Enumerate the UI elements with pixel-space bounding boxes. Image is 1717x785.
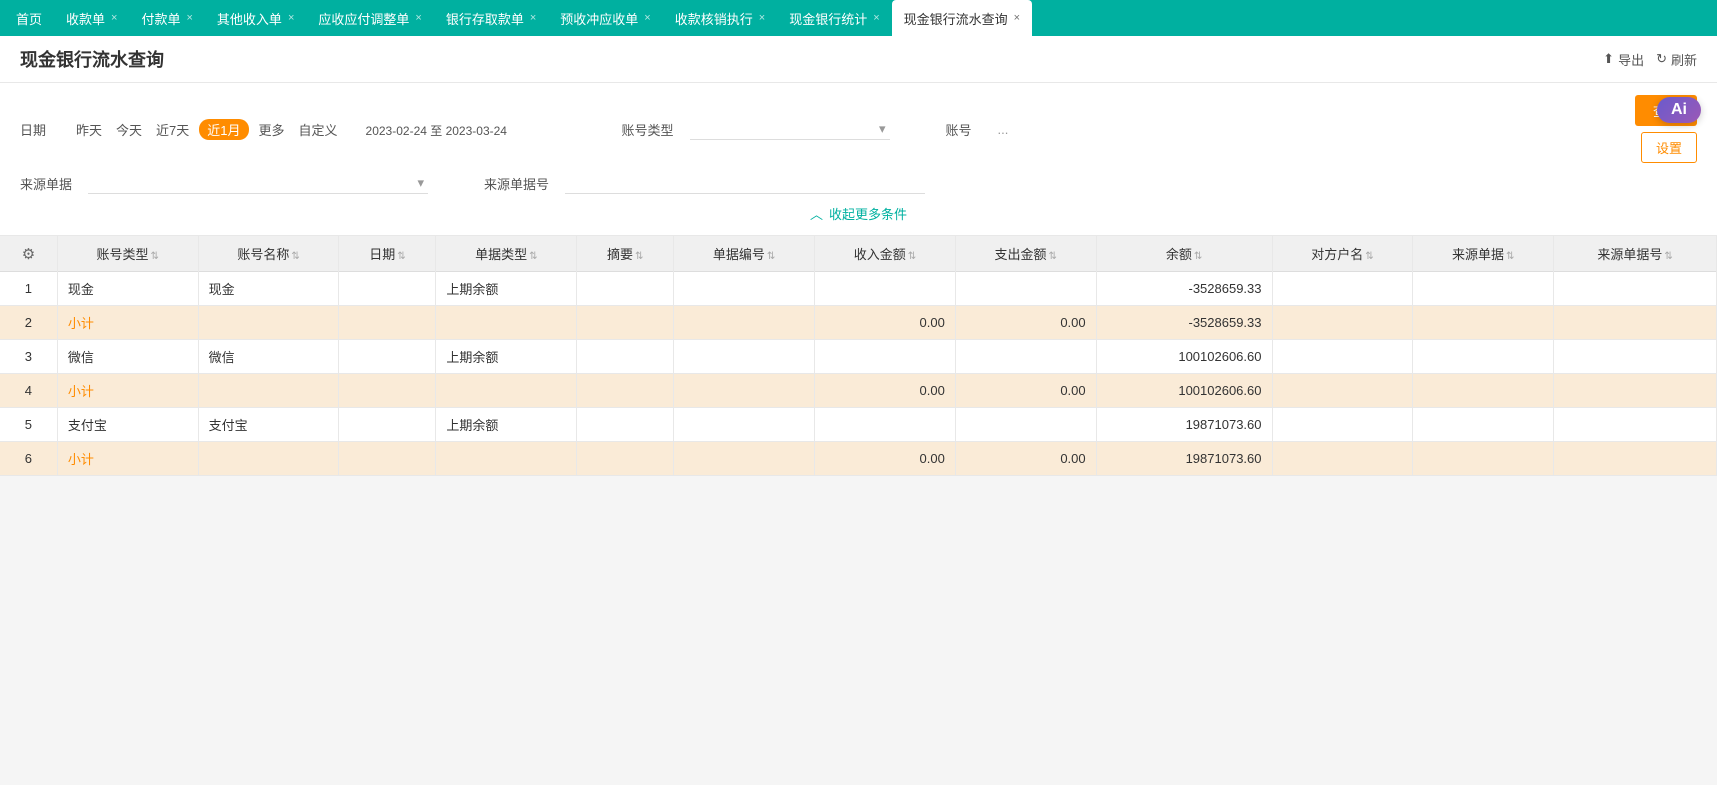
tab-qitashouruda[interactable]: 其他收入单 × — [205, 0, 306, 36]
sort-icon: ⇅ — [529, 251, 537, 262]
tab-xianjinyinhang-stat[interactable]: 现金银行统计 × — [777, 0, 891, 36]
tab-fukuandan[interactable]: 付款单 × — [129, 0, 204, 36]
sort-icon: ⇅ — [1365, 251, 1373, 262]
table-container: ⚙ 账号类型⇅ 账号名称⇅ 日期⇅ 单据类型⇅ 摘要⇅ 单据编号⇅ 收入金额⇅ … — [0, 236, 1717, 476]
tab-yingshouyingfu[interactable]: 应收应付调整单 × — [306, 0, 433, 36]
col-counterpart[interactable]: 对方户名⇅ — [1272, 236, 1413, 272]
export-icon: ⬆ — [1603, 51, 1614, 67]
filter-row-date: 日期 昨天 今天 近7天 近1月 更多 自定义 2023-02-24 至 202… — [20, 95, 1697, 163]
source-doc-no-label: 来源单据号 — [484, 174, 549, 193]
sort-icon: ⇅ — [1506, 251, 1514, 262]
page-title: 现金银行流水查询 — [20, 46, 164, 72]
close-icon[interactable]: × — [186, 12, 192, 24]
data-table: ⚙ 账号类型⇅ 账号名称⇅ 日期⇅ 单据类型⇅ 摘要⇅ 单据编号⇅ 收入金额⇅ … — [0, 236, 1717, 476]
close-icon[interactable]: × — [644, 12, 650, 24]
sort-icon: ⇅ — [291, 251, 299, 262]
nav-home[interactable]: 首页 — [4, 0, 54, 36]
close-icon[interactable]: × — [873, 12, 879, 24]
date-7days[interactable]: 近7天 — [152, 119, 193, 140]
table-row[interactable]: 4小计0.000.00100102606.60 — [0, 374, 1717, 408]
sort-icon: ⇅ — [767, 251, 775, 262]
date-shortcuts: 昨天 今天 近7天 近1月 更多 自定义 — [72, 119, 342, 140]
sort-icon: ⇅ — [1194, 251, 1202, 262]
tab-yinhangcunqu[interactable]: 银行存取款单 × — [434, 0, 548, 36]
col-account-type[interactable]: 账号类型⇅ — [57, 236, 198, 272]
table-row[interactable]: 2小计0.000.00-3528659.33 — [0, 306, 1717, 340]
sort-icon: ⇅ — [635, 251, 643, 262]
col-source-doc[interactable]: 来源单据⇅ — [1413, 236, 1554, 272]
collapse-bar[interactable]: ︿ 收起更多条件 — [20, 204, 1697, 223]
col-income[interactable]: 收入金额⇅ — [814, 236, 955, 272]
col-balance[interactable]: 余额⇅ — [1096, 236, 1272, 272]
table-row[interactable]: 3微信微信上期余额100102606.60 — [0, 340, 1717, 374]
source-doc-label: 来源单据 — [20, 174, 72, 193]
account-type-label: 账号类型 — [622, 120, 674, 139]
settings-icon[interactable]: ⚙ — [22, 246, 35, 263]
date-label: 日期 — [20, 120, 56, 139]
ai-badge[interactable]: Ai — [1657, 97, 1701, 123]
export-button[interactable]: ⬆ 导出 — [1603, 50, 1644, 69]
refresh-button[interactable]: ↻ 刷新 — [1656, 50, 1697, 69]
col-doc-no[interactable]: 单据编号⇅ — [674, 236, 815, 272]
close-icon[interactable]: × — [415, 12, 421, 24]
top-nav: 首页 收款单 × 付款单 × 其他收入单 × 应收应付调整单 × 银行存取款单 … — [0, 0, 1717, 36]
filter-area: 日期 昨天 今天 近7天 近1月 更多 自定义 2023-02-24 至 202… — [0, 83, 1717, 236]
date-range: 2023-02-24 至 2023-03-24 — [366, 122, 566, 139]
date-yesterday[interactable]: 昨天 — [72, 119, 106, 140]
account-label: 账号 — [946, 120, 982, 139]
tab-shoukuandan[interactable]: 收款单 × — [54, 0, 129, 36]
tab-shoukuanhexiao[interactable]: 收款核销执行 × — [663, 0, 777, 36]
table-row[interactable]: 6小计0.000.0019871073.60 — [0, 442, 1717, 476]
col-summary[interactable]: 摘要⇅ — [577, 236, 674, 272]
date-more[interactable]: 更多 — [255, 119, 289, 140]
sort-icon: ⇅ — [908, 251, 916, 262]
close-icon[interactable]: × — [1014, 12, 1020, 24]
col-date[interactable]: 日期⇅ — [339, 236, 436, 272]
page-header: 现金银行流水查询 ⬆ 导出 ↻ 刷新 — [0, 36, 1717, 83]
chevron-down-icon: ▾ — [879, 121, 886, 137]
tab-yushouchong[interactable]: 预收冲应收单 × — [548, 0, 662, 36]
close-icon[interactable]: × — [111, 12, 117, 24]
sort-icon: ⇅ — [1049, 251, 1057, 262]
col-settings[interactable]: ⚙ — [0, 236, 57, 272]
account-type-select[interactable]: ▾ — [690, 119, 890, 140]
settings-button[interactable]: 设置 — [1641, 132, 1697, 163]
table-header-row: ⚙ 账号类型⇅ 账号名称⇅ 日期⇅ 单据类型⇅ 摘要⇅ 单据编号⇅ 收入金额⇅ … — [0, 236, 1717, 272]
table-row[interactable]: 5支付宝支付宝上期余额19871073.60 — [0, 408, 1717, 442]
date-1month[interactable]: 近1月 — [199, 119, 248, 140]
sort-icon: ⇅ — [1664, 251, 1672, 262]
col-expense[interactable]: 支出金额⇅ — [955, 236, 1096, 272]
refresh-icon: ↻ — [1656, 51, 1667, 67]
table-row[interactable]: 1现金现金上期余额-3528659.33 — [0, 272, 1717, 306]
chevron-down-icon: ▾ — [417, 175, 424, 191]
account-dots[interactable]: ... — [998, 122, 1009, 137]
tab-xianjinyinhang-query[interactable]: 现金银行流水查询 × — [892, 0, 1032, 36]
col-source-doc-no[interactable]: 来源单据号⇅ — [1554, 236, 1717, 272]
source-doc-select[interactable]: ▾ — [88, 173, 428, 194]
date-today[interactable]: 今天 — [112, 119, 146, 140]
sort-icon: ⇅ — [397, 251, 405, 262]
close-icon[interactable]: × — [288, 12, 294, 24]
date-custom[interactable]: 自定义 — [295, 119, 342, 140]
col-doc-type[interactable]: 单据类型⇅ — [436, 236, 577, 272]
header-actions: ⬆ 导出 ↻ 刷新 — [1603, 50, 1697, 69]
close-icon[interactable]: × — [530, 12, 536, 24]
close-icon[interactable]: × — [759, 12, 765, 24]
col-account-name[interactable]: 账号名称⇅ — [198, 236, 339, 272]
source-doc-no-input[interactable] — [565, 174, 925, 194]
filter-row-source: 来源单据 ▾ 来源单据号 — [20, 173, 1697, 194]
sort-icon: ⇅ — [151, 251, 159, 262]
chevron-up-icon: ︿ — [810, 204, 823, 223]
